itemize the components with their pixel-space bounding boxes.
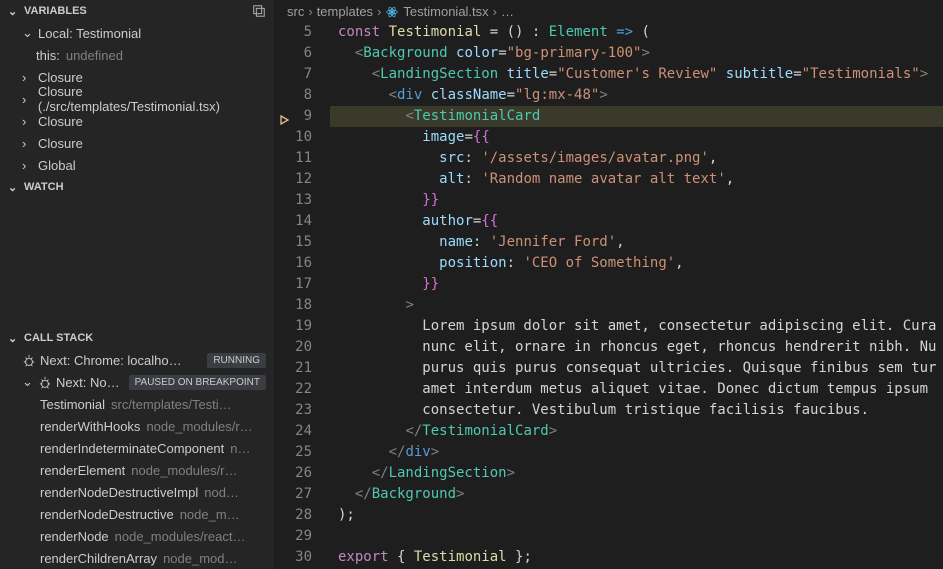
watch-panel-header[interactable]: ⌄ WATCH bbox=[0, 176, 274, 198]
stack-frame[interactable]: renderChildrenArraynode_mod… bbox=[0, 547, 274, 569]
chevron-down-icon: ⌄ bbox=[22, 374, 34, 390]
chevron-right-icon: › bbox=[22, 92, 34, 107]
scope-local[interactable]: ⌄ Local: Testimonial bbox=[0, 22, 274, 44]
chevron-right-icon: › bbox=[308, 4, 312, 19]
stack-frame[interactable]: Testimonialsrc/templates/Testi… bbox=[0, 393, 274, 415]
breadcrumb-more[interactable]: … bbox=[501, 4, 514, 19]
callstack-title: CALL STACK bbox=[24, 332, 93, 344]
callstack-list: Next: Chrome: localho… RUNNING ⌄ Next: N… bbox=[0, 349, 274, 569]
chevron-down-icon: ⌄ bbox=[8, 181, 20, 194]
breadcrumb[interactable]: src › templates › Testimonial.tsx › … bbox=[275, 0, 943, 22]
stack-frame[interactable]: renderWithHooksnode_modules/r… bbox=[0, 415, 274, 437]
chevron-right-icon: › bbox=[22, 158, 34, 173]
line-gutter[interactable]: 5678910111213141516171819202122232425262… bbox=[275, 22, 330, 569]
variables-tree: ⌄ Local: Testimonial this: undefined › C… bbox=[0, 22, 274, 176]
bug-icon bbox=[38, 374, 52, 390]
stack-frame[interactable]: renderIndeterminateComponentn… bbox=[0, 437, 274, 459]
react-file-icon bbox=[385, 3, 399, 19]
variables-panel-header[interactable]: ⌄ VARIABLES bbox=[0, 0, 274, 22]
watch-title: WATCH bbox=[24, 181, 64, 193]
scope-closure-file[interactable]: › Closure (./src/templates/Testimonial.t… bbox=[0, 88, 274, 110]
status-badge: PAUSED ON BREAKPOINT bbox=[129, 375, 266, 390]
scope-closure[interactable]: › Closure bbox=[0, 132, 274, 154]
stack-frame[interactable]: renderNodeDestructiveImplnod… bbox=[0, 481, 274, 503]
stack-frame[interactable]: renderNodenode_modules/react… bbox=[0, 525, 274, 547]
breadcrumb-file[interactable]: Testimonial.tsx bbox=[403, 4, 488, 19]
chevron-right-icon: › bbox=[493, 4, 497, 19]
chevron-right-icon: › bbox=[22, 70, 34, 85]
stack-frame[interactable]: renderElementnode_modules/r… bbox=[0, 459, 274, 481]
variables-title: VARIABLES bbox=[24, 5, 87, 17]
chevron-down-icon: ⌄ bbox=[8, 5, 20, 18]
debug-sidebar: ⌄ VARIABLES ⌄ Local: Testimonial this: u… bbox=[0, 0, 275, 569]
status-badge: RUNNING bbox=[207, 353, 266, 368]
bug-icon bbox=[22, 352, 36, 368]
breadcrumb-part[interactable]: templates bbox=[317, 4, 373, 19]
variable-this[interactable]: this: undefined bbox=[0, 44, 274, 66]
chevron-right-icon: › bbox=[22, 114, 34, 129]
thread-chrome[interactable]: Next: Chrome: localho… RUNNING bbox=[0, 349, 274, 371]
breadcrumb-part[interactable]: src bbox=[287, 4, 304, 19]
thread-node[interactable]: ⌄ Next: No… PAUSED ON BREAKPOINT bbox=[0, 371, 274, 393]
chevron-down-icon: ⌄ bbox=[22, 25, 34, 41]
chevron-right-icon: › bbox=[22, 136, 34, 151]
editor-pane: src › templates › Testimonial.tsx › … 56… bbox=[275, 0, 943, 569]
code-editor[interactable]: 5678910111213141516171819202122232425262… bbox=[275, 22, 943, 569]
chevron-right-icon: › bbox=[377, 4, 381, 19]
code-content[interactable]: const Testimonial = () : Element => ( <B… bbox=[330, 22, 943, 569]
stack-frame[interactable]: renderNodeDestructivenode_m… bbox=[0, 503, 274, 525]
watch-empty-area bbox=[0, 198, 274, 327]
chevron-down-icon: ⌄ bbox=[8, 332, 20, 345]
callstack-panel-header[interactable]: ⌄ CALL STACK bbox=[0, 327, 274, 349]
scope-global[interactable]: › Global bbox=[0, 154, 274, 176]
collapse-all-icon[interactable] bbox=[252, 4, 266, 18]
